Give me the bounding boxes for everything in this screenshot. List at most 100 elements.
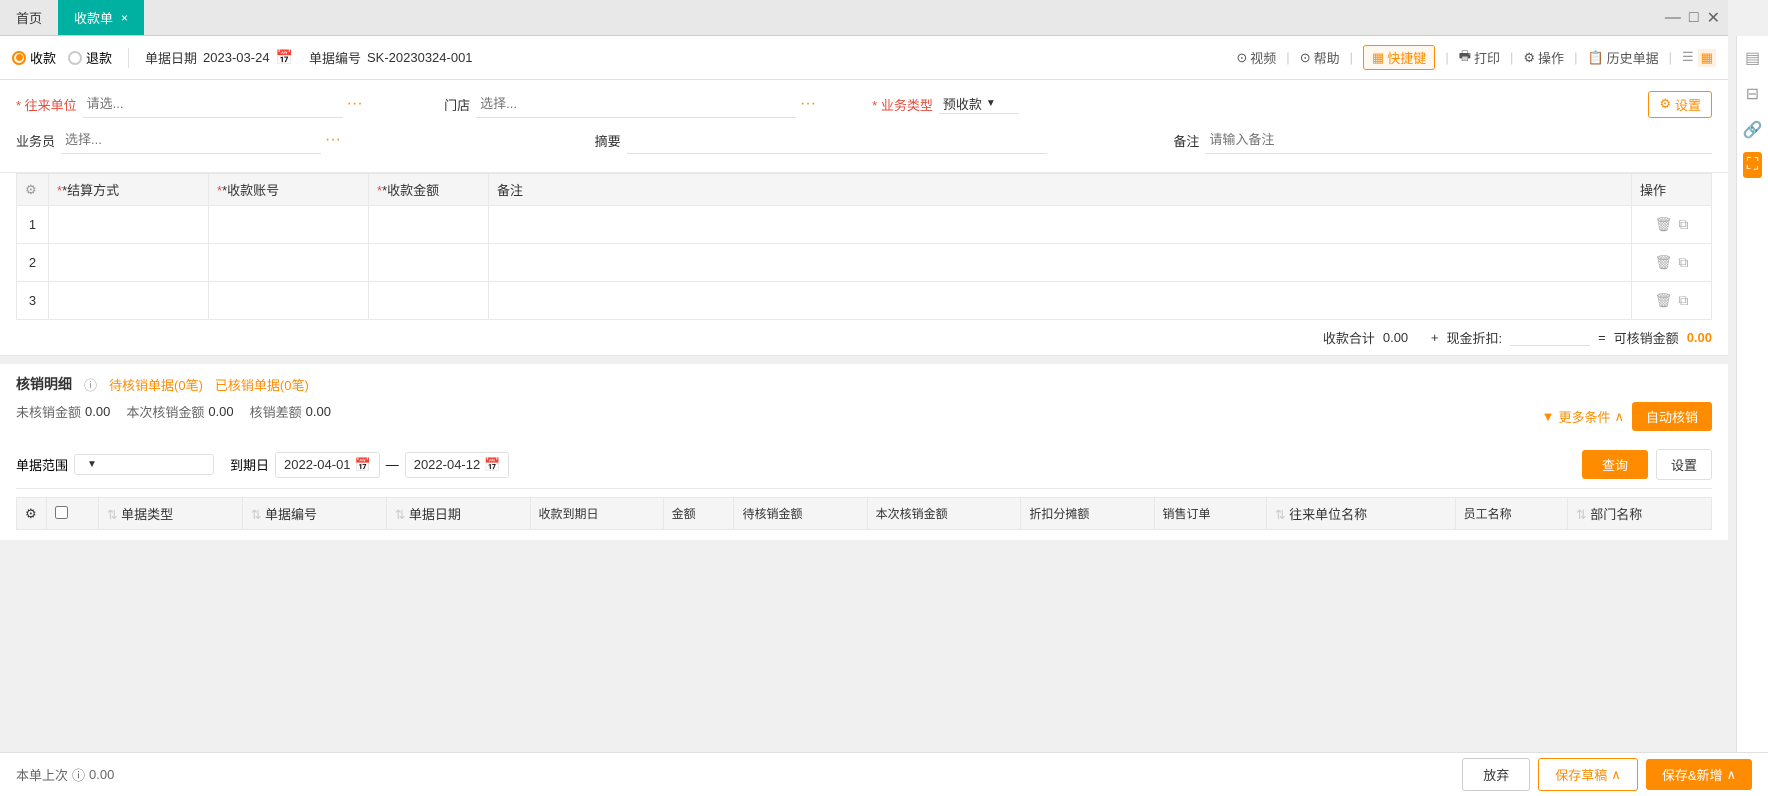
sidebar-icon-3[interactable]: 🔗 [1739, 116, 1767, 144]
row-2-notes[interactable] [489, 244, 1632, 282]
table-gear-icon[interactable]: ⚙ [25, 506, 37, 521]
radio-refund-label: 退款 [86, 48, 112, 67]
section-separator [0, 356, 1728, 364]
row-3-actions: 🗑 ⧉ [1632, 282, 1712, 320]
right-sidebar: ▤ ⊟ 🔗 ⛶ [1736, 36, 1768, 752]
help-icon: ⊙ [1300, 50, 1311, 66]
date-value: 2023-03-24 [203, 50, 270, 65]
calendar-icon[interactable]: 📅 [276, 49, 293, 66]
filter-settings-btn[interactable]: 设置 [1656, 449, 1712, 480]
settings-button[interactable]: ⚙ 设置 [1648, 91, 1712, 118]
counterpart-ellipsis[interactable]: ··· [347, 95, 363, 113]
minimize-button[interactable]: — [1665, 9, 1681, 27]
th-due-date: 收款到期日 [530, 498, 663, 530]
salesperson-input[interactable] [61, 126, 321, 154]
row-1-copy-icon[interactable]: ⧉ [1678, 216, 1688, 233]
save-new-button[interactable]: 保存&新增 ∧ [1646, 759, 1752, 790]
status-label: 本单上次 [16, 765, 68, 784]
operation-icon: ⚙ [1523, 50, 1535, 66]
tab-close-icon[interactable]: × [121, 11, 128, 25]
save-draft-button[interactable]: 保存草稿 ∧ [1538, 758, 1638, 791]
row-3-settlement[interactable] [49, 282, 209, 320]
list-view-icon: ☰ [1682, 49, 1694, 67]
reconcile-title: 核销明细 [16, 374, 72, 394]
row-3-delete-icon[interactable]: 🗑 [1655, 292, 1673, 309]
diff-label: 核销差额 [250, 402, 302, 421]
store-label: 门店 [444, 95, 470, 114]
status-info-icon[interactable]: ⓘ [72, 765, 85, 784]
tab-bar: 首页 收款单 × — □ ✕ [0, 0, 1728, 36]
store-field: 门店 ··· [444, 90, 832, 118]
select-all-checkbox[interactable] [55, 506, 68, 519]
sidebar-icon-4[interactable]: ⛶ [1743, 152, 1762, 178]
row-3-copy-icon[interactable]: ⧉ [1678, 292, 1688, 309]
row-1-amount[interactable] [369, 206, 489, 244]
row-1-settlement[interactable] [49, 206, 209, 244]
close-button[interactable]: ✕ [1707, 8, 1720, 28]
notes-input[interactable] [1205, 126, 1712, 154]
auto-reconcile-btn[interactable]: 自动核销 [1632, 402, 1712, 431]
range-select[interactable]: ▼ [74, 454, 214, 475]
unchecked-label: 未核销金额 [16, 402, 81, 421]
th-action: 操作 [1632, 174, 1712, 206]
maximize-button[interactable]: □ [1689, 9, 1699, 27]
summary-field: 摘要 [595, 126, 1134, 154]
row-2-account[interactable] [209, 244, 369, 282]
store-ellipsis[interactable]: ··· [800, 95, 816, 113]
th-gear[interactable]: ⚙ [17, 174, 49, 206]
date-from-input[interactable]: 2022-04-01 📅 [275, 452, 380, 478]
store-input[interactable] [476, 90, 796, 118]
radio-refund[interactable]: 退款 [68, 48, 112, 67]
sidebar-icon-2[interactable]: ⊟ [1742, 80, 1763, 108]
date-from-value: 2022-04-01 [284, 457, 351, 472]
shortcut-btn[interactable]: ▦ 快捷键 [1363, 45, 1435, 70]
row-3-notes[interactable] [489, 282, 1632, 320]
counterpart-input[interactable] [83, 90, 343, 118]
video-btn[interactable]: ⊙ 视频 [1236, 48, 1276, 67]
print-btn[interactable]: 🖶 打印 [1459, 47, 1500, 69]
more-conditions-btn[interactable]: ▼ 更多条件 ∧ [1542, 407, 1624, 426]
sidebar-icon-1[interactable]: ▤ [1741, 44, 1764, 72]
reconcile-info-icon[interactable]: ⓘ [84, 375, 97, 394]
salesperson-ellipsis[interactable]: ··· [325, 131, 341, 149]
tab-home[interactable]: 首页 [0, 0, 58, 35]
tab-receipt[interactable]: 收款单 × [58, 0, 144, 35]
table-row: 3 🗑 ⧉ [17, 282, 1712, 320]
date-to-input[interactable]: 2022-04-12 📅 [405, 452, 510, 478]
row-3-account[interactable] [209, 282, 369, 320]
receipt-table: ⚙ **结算方式 **收款账号 **收款金额 备注 操作 [16, 173, 1712, 320]
abandon-button[interactable]: 放弃 [1462, 758, 1530, 791]
range-field: 单据范围 ▼ [16, 454, 214, 475]
radio-receipt-label: 收款 [30, 48, 56, 67]
query-btn[interactable]: 查询 [1582, 450, 1648, 479]
row-num-1: 1 [17, 206, 49, 244]
th-settlement: **结算方式 [49, 174, 209, 206]
help-btn[interactable]: ⊙ 帮助 [1300, 48, 1340, 67]
th-doc-num: ⇅ 单据编号 [242, 498, 386, 530]
diff-amount: 核销差额 0.00 [250, 402, 331, 421]
business-type-select[interactable]: 预收款 ▼ [939, 94, 1019, 114]
done-tab[interactable]: 已核销单据(0笔) [215, 375, 309, 394]
discount-input[interactable] [1510, 330, 1590, 346]
summary-input[interactable] [627, 126, 1047, 154]
row-3-amount[interactable] [369, 282, 489, 320]
th-amount: 金额 [663, 498, 734, 530]
date-range-dash: — [386, 457, 399, 472]
row-2-settlement[interactable] [49, 244, 209, 282]
pending-tab[interactable]: 待核销单据(0笔) [109, 375, 203, 394]
window-controls: — □ ✕ [1665, 8, 1728, 28]
table-settings-icon[interactable]: ⚙ [25, 182, 37, 197]
row-1-delete-icon[interactable]: 🗑 [1655, 216, 1673, 233]
row-2-delete-icon[interactable]: 🗑 [1655, 254, 1673, 271]
row-2-amount[interactable] [369, 244, 489, 282]
history-btn[interactable]: 📋 历史单据 [1587, 48, 1658, 67]
row-1-notes[interactable] [489, 206, 1632, 244]
operation-btn[interactable]: ⚙ 操作 [1523, 48, 1564, 67]
view-toggle[interactable]: ☰ ▦ [1682, 49, 1716, 67]
row-1-account[interactable] [209, 206, 369, 244]
current-amount: 本次核销金额 0.00 [126, 402, 233, 421]
shortcut-icon: ▦ [1372, 50, 1384, 66]
radio-receipt[interactable]: 收款 [12, 48, 56, 67]
row-2-copy-icon[interactable]: ⧉ [1678, 254, 1688, 271]
radio-refund-dot [68, 51, 82, 65]
